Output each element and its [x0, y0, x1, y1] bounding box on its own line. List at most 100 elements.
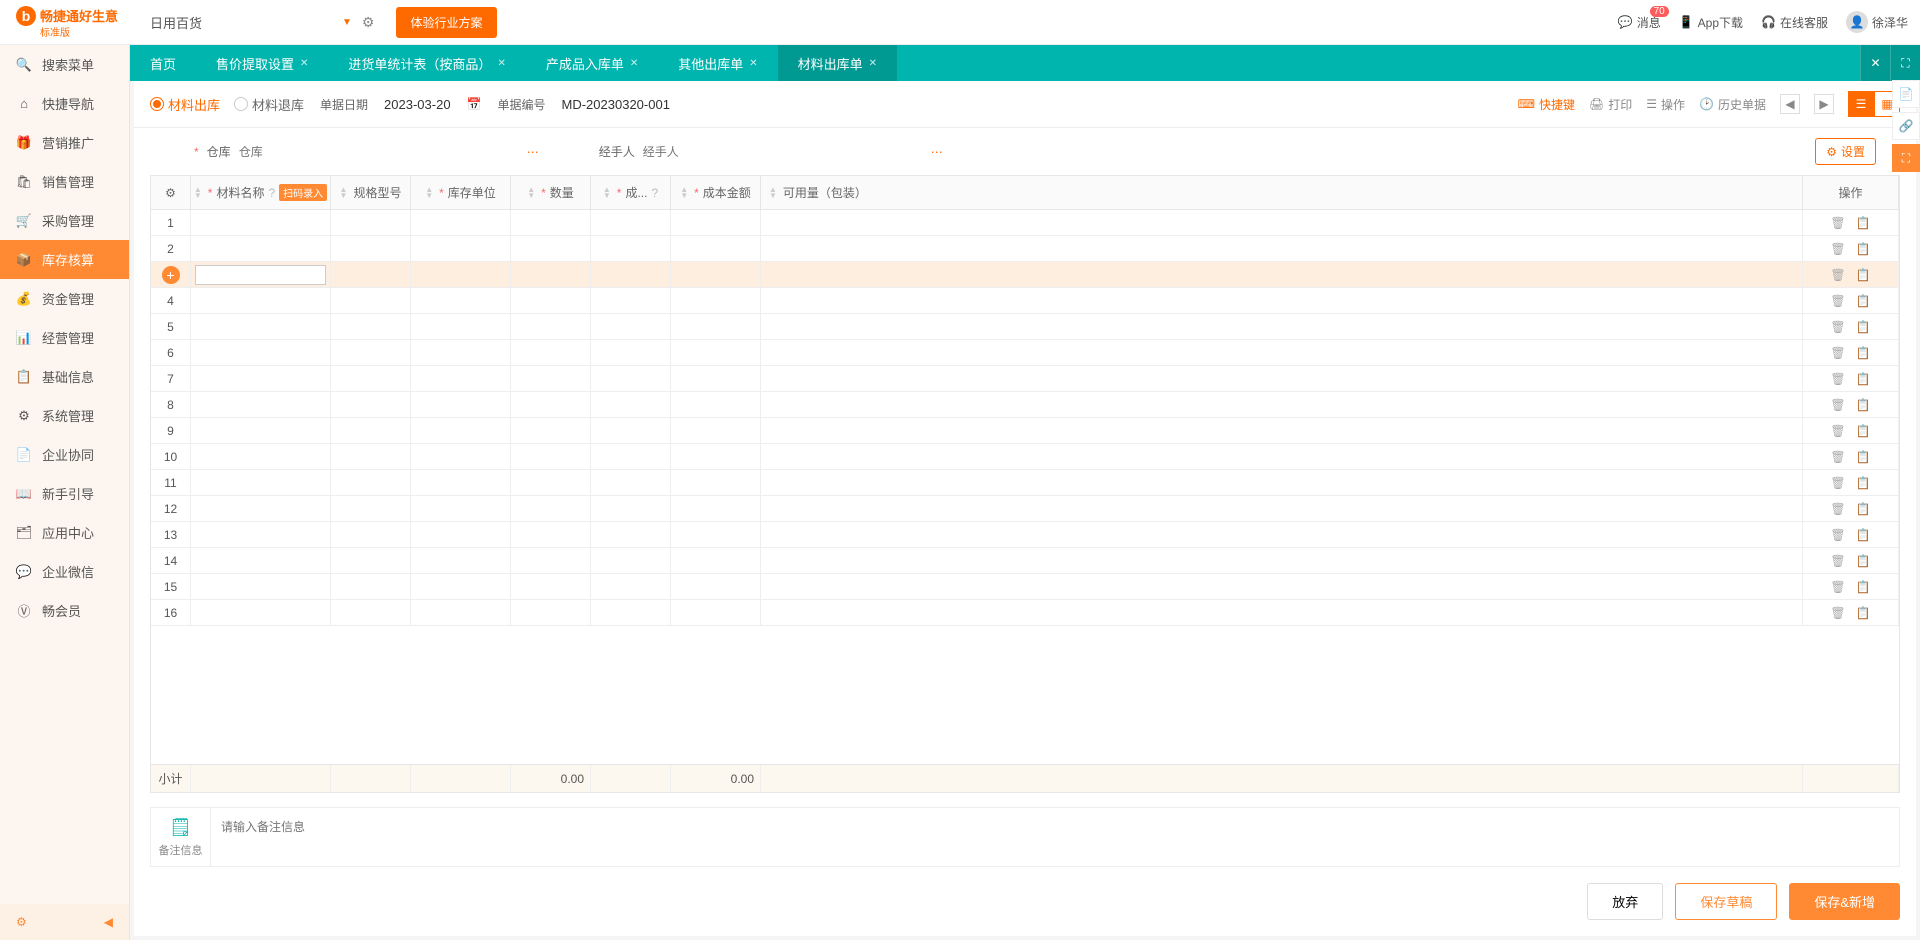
table-row[interactable]: 14🗑📋	[151, 548, 1899, 574]
sidebar-item[interactable]: 📦库存核算	[0, 240, 129, 279]
table-row[interactable]: 16🗑📋	[151, 600, 1899, 626]
delete-row-icon[interactable]: 🗑	[1830, 216, 1845, 230]
delete-row-icon[interactable]: 🗑	[1830, 242, 1845, 256]
delete-row-icon[interactable]: 🗑	[1830, 268, 1845, 282]
remark-input[interactable]	[211, 808, 1899, 866]
delete-row-icon[interactable]: 🗑	[1830, 346, 1845, 360]
radio-material-return[interactable]: 材料退库	[234, 95, 304, 114]
sidebar-item[interactable]: 📋基础信息	[0, 357, 129, 396]
table-row[interactable]: 13🗑📋	[151, 522, 1899, 548]
table-row[interactable]: 5🗑📋	[151, 314, 1899, 340]
close-icon[interactable]: ✕	[630, 58, 638, 69]
sidebar-item[interactable]: 💬企业微信	[0, 552, 129, 591]
table-row[interactable]: 1🗑📋	[151, 210, 1899, 236]
col-material-name[interactable]: ▲▼ *材料名称 ? 扫码录入	[191, 176, 331, 209]
add-row-button[interactable]: +	[162, 266, 180, 284]
sidebar-item[interactable]: 🎁营销推广	[0, 123, 129, 162]
sidebar-item[interactable]: 🔍搜索菜单	[0, 45, 129, 84]
table-row[interactable]: 15🗑📋	[151, 574, 1899, 600]
table-row[interactable]: 10🗑📋	[151, 444, 1899, 470]
col-cost[interactable]: ▲▼*成... ?	[591, 176, 671, 209]
scan-badge[interactable]: 扫码录入	[279, 184, 327, 201]
department-select[interactable]: 日用百货 ▼	[150, 13, 352, 32]
copy-row-icon[interactable]: 📋	[1856, 372, 1871, 386]
collapse-icon[interactable]: ◀	[104, 915, 113, 929]
operate-button[interactable]: ☰ 操作	[1646, 96, 1685, 113]
table-row[interactable]: 8🗑📋	[151, 392, 1899, 418]
delete-row-icon[interactable]: 🗑	[1830, 606, 1845, 620]
copy-row-icon[interactable]: 📋	[1856, 606, 1871, 620]
shortcut-button[interactable]: ⌨ 快捷键	[1518, 96, 1575, 113]
tab-close-all[interactable]: ✕	[1860, 45, 1890, 81]
next-doc-button[interactable]: ▶	[1814, 94, 1834, 114]
copy-row-icon[interactable]: 📋	[1856, 528, 1871, 542]
copy-row-icon[interactable]: 📋	[1856, 554, 1871, 568]
save-new-button[interactable]: 保存&新增	[1789, 883, 1900, 920]
copy-row-icon[interactable]: 📋	[1856, 398, 1871, 412]
sidebar-item[interactable]: 🛍销售管理	[0, 162, 129, 201]
history-button[interactable]: 🕑 历史单据	[1699, 96, 1766, 113]
delete-row-icon[interactable]: 🗑	[1830, 294, 1845, 308]
delete-row-icon[interactable]: 🗑	[1830, 450, 1845, 464]
tab[interactable]: 进货单统计表（按商品）✕	[328, 45, 525, 81]
copy-row-icon[interactable]: 📋	[1856, 294, 1871, 308]
tab[interactable]: 其他出库单✕	[658, 45, 777, 81]
warehouse-input[interactable]	[239, 145, 519, 159]
sidebar-item[interactable]: ⚙系统管理	[0, 396, 129, 435]
sidebar-item[interactable]: 📄企业协同	[0, 435, 129, 474]
support-button[interactable]: 🎧 在线客服	[1761, 14, 1828, 31]
tab-expand[interactable]: ⛶	[1890, 45, 1920, 81]
delete-row-icon[interactable]: 🗑	[1830, 502, 1845, 516]
sidebar-item[interactable]: 🛒采购管理	[0, 201, 129, 240]
column-settings-button[interactable]: ⚙ 设置	[1815, 138, 1876, 165]
sidebar-item[interactable]: Ⓥ畅会员	[0, 591, 129, 630]
rail-link-button[interactable]: 🔗	[1892, 112, 1920, 140]
table-row[interactable]: 11🗑📋	[151, 470, 1899, 496]
table-row[interactable]: 6🗑📋	[151, 340, 1899, 366]
messages-button[interactable]: 💬 消息 70	[1618, 14, 1661, 31]
handler-input[interactable]	[643, 145, 923, 159]
warehouse-picker-icon[interactable]: ⋯	[527, 145, 539, 159]
delete-row-icon[interactable]: 🗑	[1830, 554, 1845, 568]
delete-row-icon[interactable]: 🗑	[1830, 398, 1845, 412]
date-value[interactable]: 2023-03-20	[384, 97, 451, 112]
copy-row-icon[interactable]: 📋	[1856, 424, 1871, 438]
gear-icon[interactable]: ⚙	[362, 14, 375, 31]
tab[interactable]: 售价提取设置✕	[196, 45, 328, 81]
rail-note-button[interactable]: 📄	[1892, 80, 1920, 108]
copy-row-icon[interactable]: 📋	[1856, 346, 1871, 360]
view-list-button[interactable]: ☰	[1848, 91, 1874, 117]
close-icon[interactable]: ✕	[749, 58, 757, 69]
table-row[interactable]: 12🗑📋	[151, 496, 1899, 522]
copy-row-icon[interactable]: 📋	[1856, 242, 1871, 256]
col-qty[interactable]: ▲▼*数量	[511, 176, 591, 209]
material-name-input[interactable]	[195, 265, 326, 285]
sidebar-item[interactable]: 📊经营管理	[0, 318, 129, 357]
table-row[interactable]: 2🗑📋	[151, 236, 1899, 262]
col-amount[interactable]: ▲▼*成本金额	[671, 176, 761, 209]
sidebar-item[interactable]: 📖新手引导	[0, 474, 129, 513]
copy-row-icon[interactable]: 📋	[1856, 268, 1871, 282]
close-icon[interactable]: ✕	[497, 58, 505, 69]
col-spec[interactable]: ▲▼规格型号	[331, 176, 411, 209]
copy-row-icon[interactable]: 📋	[1856, 476, 1871, 490]
discard-button[interactable]: 放弃	[1587, 883, 1663, 920]
table-row[interactable]: + 🗑 📋	[151, 262, 1899, 288]
delete-row-icon[interactable]: 🗑	[1830, 320, 1845, 334]
delete-row-icon[interactable]: 🗑	[1830, 476, 1845, 490]
delete-row-icon[interactable]: 🗑	[1830, 424, 1845, 438]
copy-row-icon[interactable]: 📋	[1856, 216, 1871, 230]
col-available[interactable]: ▲▼可用量（包装）	[761, 176, 1803, 209]
copy-row-icon[interactable]: 📋	[1856, 502, 1871, 516]
close-icon[interactable]: ✕	[869, 58, 877, 69]
table-row[interactable]: 9🗑📋	[151, 418, 1899, 444]
col-unit[interactable]: ▲▼*库存单位	[411, 176, 511, 209]
table-row[interactable]: 4🗑📋	[151, 288, 1899, 314]
sidebar-item[interactable]: 🗂应用中心	[0, 513, 129, 552]
sidebar-item[interactable]: 💰资金管理	[0, 279, 129, 318]
print-button[interactable]: 🖨 打印	[1589, 96, 1632, 113]
copy-row-icon[interactable]: 📋	[1856, 580, 1871, 594]
sidebar-item[interactable]: ⌂快捷导航	[0, 84, 129, 123]
tab[interactable]: 材料出库单✕	[778, 45, 897, 81]
prev-doc-button[interactable]: ◀	[1780, 94, 1800, 114]
